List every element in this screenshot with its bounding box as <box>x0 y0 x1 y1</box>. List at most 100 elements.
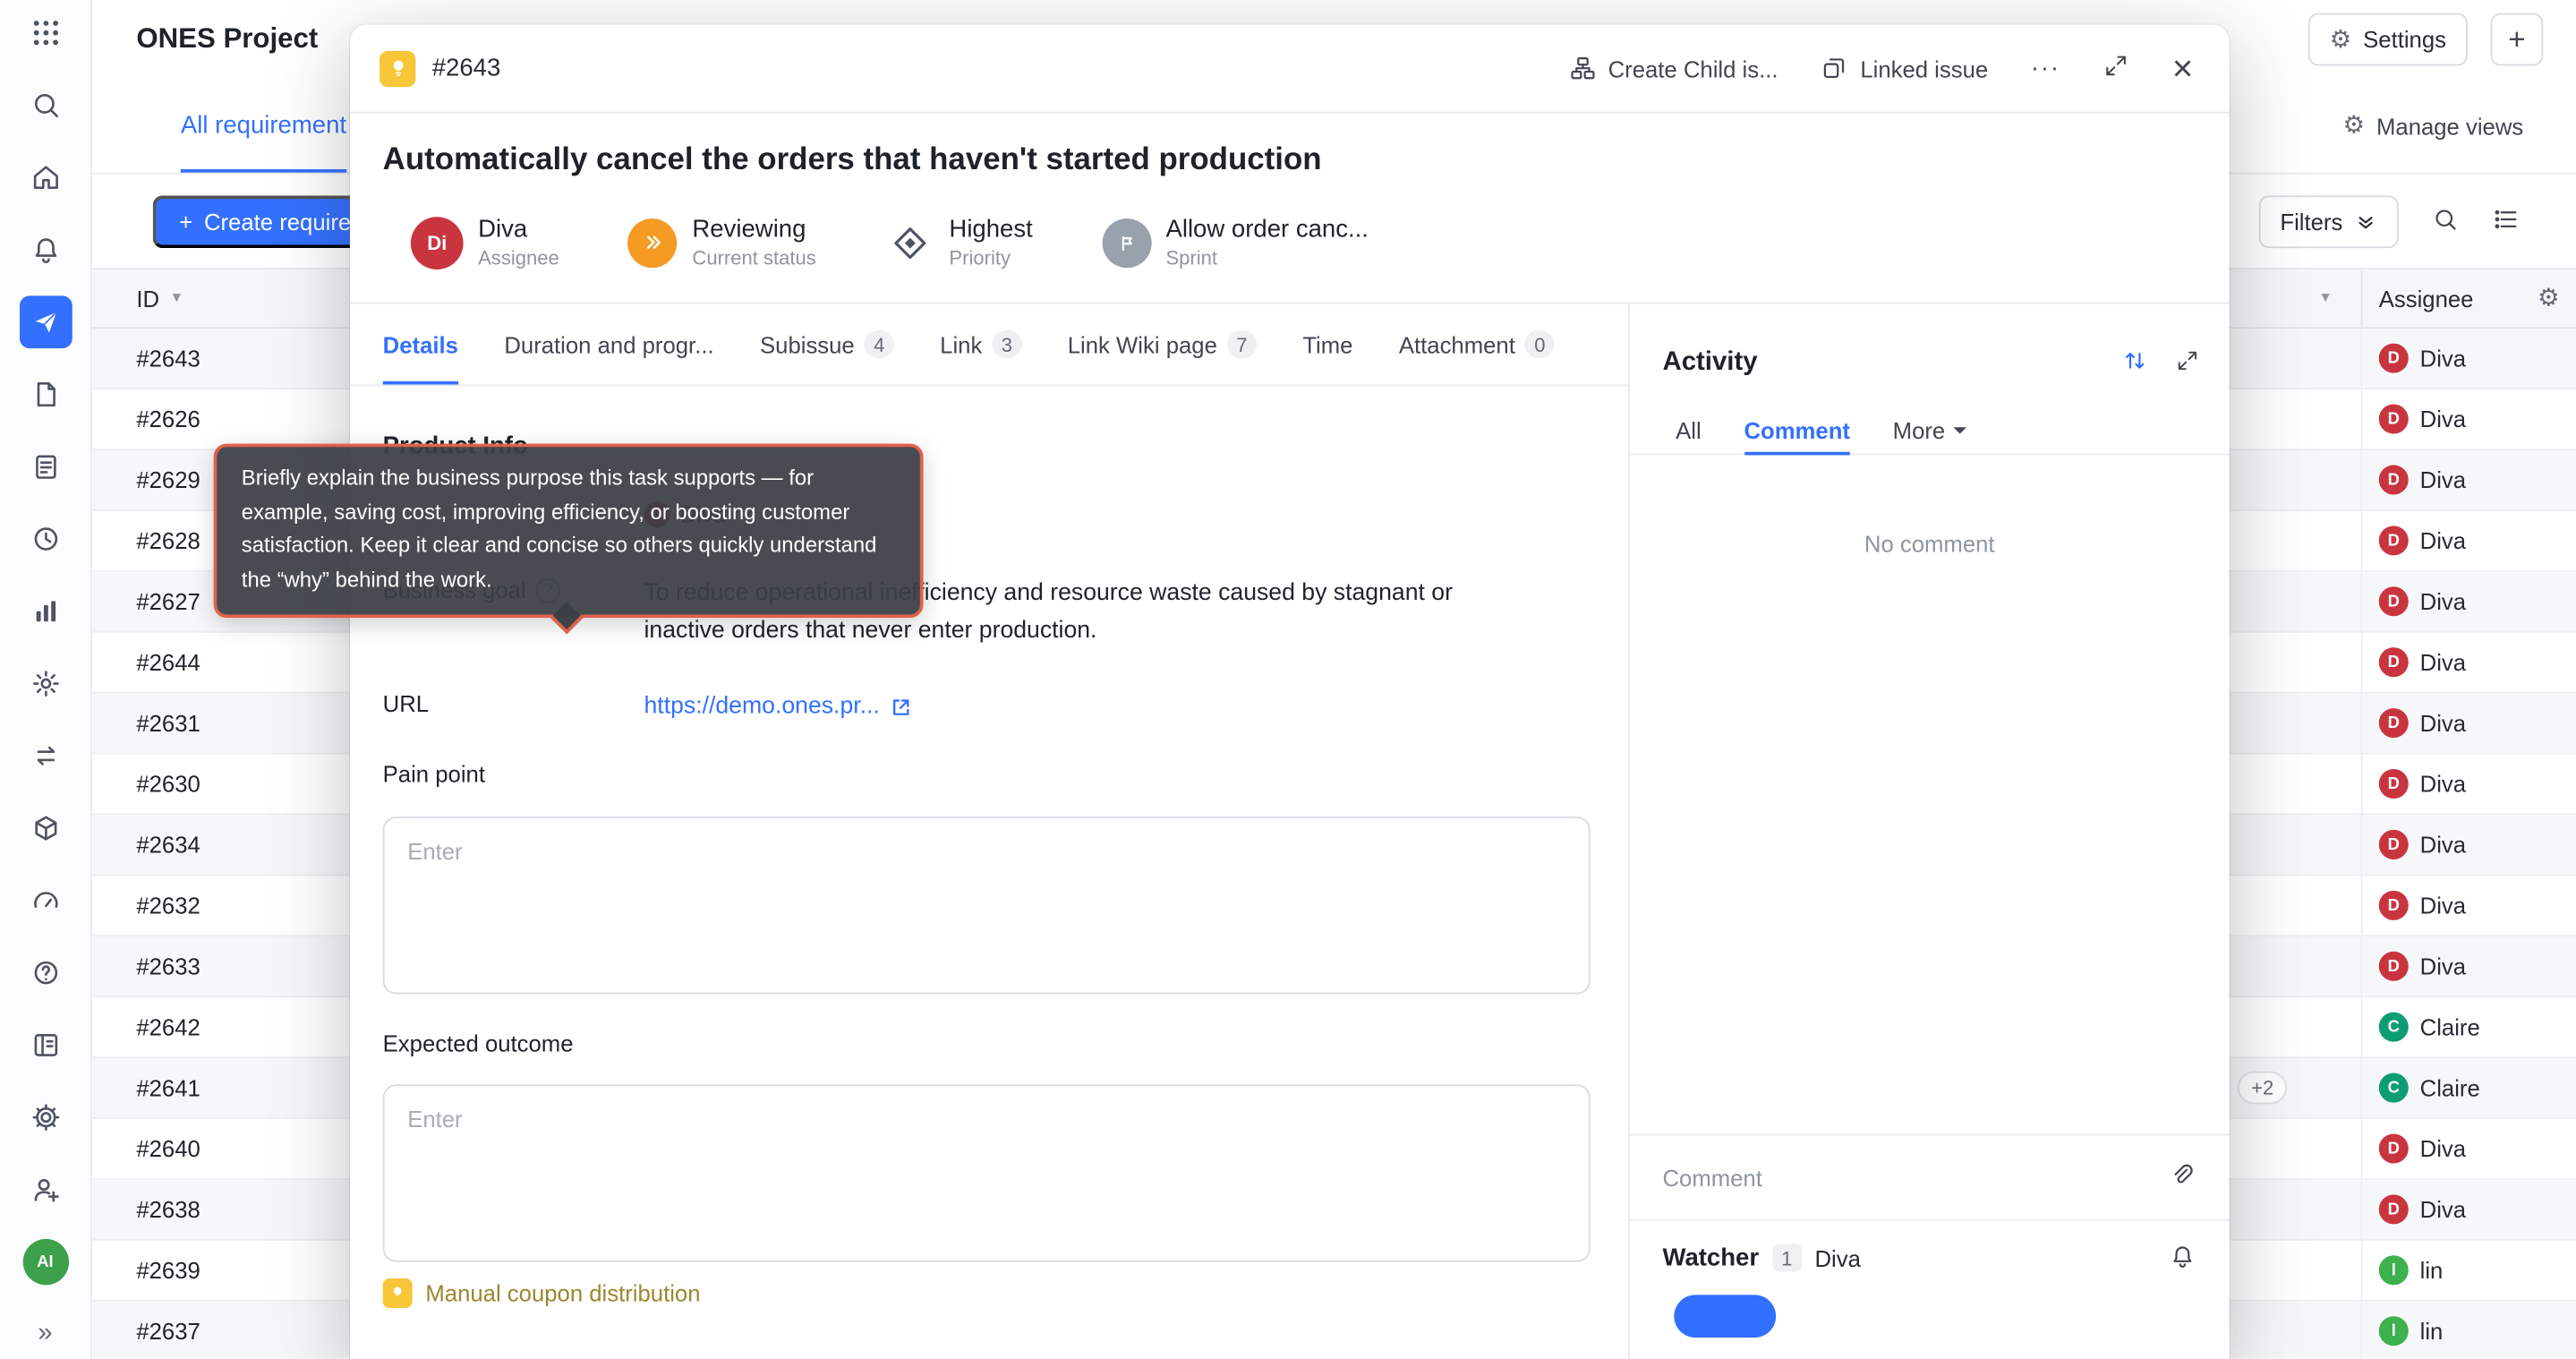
notifications-bell-icon[interactable] <box>19 224 72 277</box>
overflow-chip[interactable]: +2 <box>2238 1071 2287 1105</box>
watcher-row[interactable]: Watcher 1 Diva <box>1629 1218 2230 1295</box>
issue-id-cell[interactable]: #2643 <box>92 345 322 371</box>
activity-title: Activity <box>1662 348 1758 377</box>
issue-id-cell[interactable]: #2644 <box>92 649 322 675</box>
assignee-avatar: D <box>2378 526 2409 556</box>
settings-button[interactable]: ⚙ Settings <box>2307 13 2468 66</box>
activity-tab-comment[interactable]: Comment <box>1744 406 1850 456</box>
tab-details[interactable]: Details <box>382 304 458 385</box>
issue-id-cell[interactable]: #2634 <box>92 832 322 858</box>
pain-point-label: Pain point <box>382 760 485 788</box>
issue-id-cell[interactable]: #2640 <box>92 1135 322 1161</box>
app-title: ONES Project <box>136 22 319 55</box>
tab-attachment[interactable]: Attachment 0 <box>1399 304 1555 385</box>
issue-id-cell[interactable]: #2633 <box>92 953 322 979</box>
sync-arrows-icon[interactable] <box>19 730 72 782</box>
document-icon[interactable] <box>19 368 72 421</box>
ai-avatar[interactable]: AI <box>19 1235 72 1288</box>
comment-input-row[interactable]: Comment <box>1629 1133 2230 1218</box>
priority-attribute[interactable]: Highest Priority <box>885 215 1033 269</box>
apps-grid-icon[interactable] <box>19 6 72 59</box>
assignee-name: Diva <box>2419 831 2467 859</box>
issue-id: #2643 <box>431 54 501 82</box>
help-icon[interactable] <box>19 946 72 999</box>
create-child-issue-button[interactable]: Create Child is... <box>1569 55 1778 82</box>
display-list-icon[interactable] <box>2492 205 2520 238</box>
chart-icon[interactable] <box>19 585 72 637</box>
filters-button[interactable]: Filters <box>2258 194 2399 248</box>
activity-tab-all[interactable]: All <box>1676 406 1702 453</box>
ai-avatar-label: AI <box>21 1238 69 1286</box>
partial-primary-button[interactable] <box>1674 1295 1777 1338</box>
issue-id-cell[interactable]: #2641 <box>92 1074 322 1100</box>
issue-title[interactable]: Automatically cancel the orders that hav… <box>383 143 2190 179</box>
top-actions: ⚙ Settings + <box>2307 13 2544 66</box>
gauge-icon[interactable] <box>19 874 72 927</box>
status-attribute[interactable]: Reviewing Current status <box>627 215 816 269</box>
wiki-clipboard-icon[interactable] <box>19 440 72 493</box>
subissue-partial-row[interactable]: Manual coupon distribution <box>382 1278 701 1309</box>
add-button[interactable]: + <box>2490 13 2544 66</box>
sort-order-icon[interactable] <box>2121 346 2149 380</box>
issue-id-cell[interactable]: #2632 <box>92 893 322 919</box>
issue-id-cell[interactable]: #2630 <box>92 771 322 797</box>
issue-id-cell[interactable]: #2626 <box>92 406 322 432</box>
gear-icon: ⚙ <box>2342 109 2366 141</box>
assignee-name: Diva <box>2419 892 2467 919</box>
clock-icon[interactable] <box>19 513 72 566</box>
issue-id-cell[interactable]: #2631 <box>92 710 322 736</box>
assignee-name: Diva <box>2419 406 2467 432</box>
assignee-cell: D Diva <box>2360 815 2576 875</box>
attachment-paperclip-icon[interactable] <box>2169 1161 2196 1194</box>
app-root: AI » ONES Project Project OverviewSprint… <box>0 0 2576 1359</box>
assignee-attribute[interactable]: Di Diva Assignee <box>410 215 559 269</box>
assignee-cell: D Diva <box>2360 1179 2576 1239</box>
expected-outcome-input[interactable] <box>382 1084 1591 1262</box>
invite-member-icon[interactable] <box>19 1164 72 1217</box>
assignee-name: Claire <box>2419 1074 2480 1101</box>
watch-bell-icon[interactable] <box>2169 1242 2196 1275</box>
manage-views-button[interactable]: ⚙ Manage views <box>2342 113 2523 139</box>
project-module-icon[interactable] <box>19 295 72 349</box>
assignee-cell: D Diva <box>2360 571 2576 631</box>
tab-duration-and-progr-[interactable]: Duration and progr... <box>504 304 713 385</box>
url-link[interactable]: https://demo.ones.pr... <box>644 688 914 726</box>
tab-link-wiki-page[interactable]: Link Wiki page 7 <box>1068 304 1257 385</box>
collapse-sidebar-icon[interactable]: » <box>19 1308 72 1359</box>
assignee-column-header[interactable]: Assignee ⚙ <box>2360 269 2576 328</box>
help-tooltip: Briefly explain the business purpose thi… <box>213 443 924 635</box>
tab-link[interactable]: Link 3 <box>940 304 1022 385</box>
expand-activity-icon[interactable] <box>2175 348 2200 378</box>
expand-modal-icon[interactable] <box>2103 53 2129 84</box>
cube-icon[interactable] <box>19 802 72 855</box>
assignee-name: Diva <box>2419 649 2467 676</box>
search-icon[interactable] <box>19 79 72 132</box>
assignee-avatar: C <box>2378 1012 2409 1042</box>
subissue-title[interactable]: Manual coupon distribution <box>425 1280 700 1306</box>
automation-icon[interactable] <box>19 657 72 710</box>
tab-subissue[interactable]: Subissue 4 <box>760 304 894 385</box>
assignee-name: lin <box>2419 1257 2444 1284</box>
assignee-cell: D Diva <box>2360 449 2576 509</box>
activity-tab-more[interactable]: More <box>1893 406 1967 453</box>
column-settings-gear-icon[interactable]: ⚙ <box>2538 285 2560 311</box>
view-tab-all-requirement[interactable]: All requirement <box>180 79 346 173</box>
board-icon[interactable] <box>19 1019 72 1072</box>
issue-id-cell[interactable]: #2639 <box>92 1257 322 1283</box>
more-actions-button[interactable]: ··· <box>2031 55 2060 82</box>
issue-id-cell[interactable]: #2637 <box>92 1318 322 1344</box>
close-modal-icon[interactable]: × <box>2172 49 2194 86</box>
search-icon[interactable] <box>2431 205 2459 238</box>
issue-id-cell[interactable]: #2638 <box>92 1196 322 1222</box>
sprint-attribute[interactable]: Allow order canc... Sprint <box>1101 215 1369 269</box>
pain-point-input[interactable] <box>382 816 1591 995</box>
home-icon[interactable] <box>19 151 72 204</box>
assignee-avatar: D <box>2378 586 2409 617</box>
linked-issue-button[interactable]: Linked issue <box>1821 55 1988 82</box>
id-column-header[interactable]: ID ▾ <box>92 285 322 311</box>
settings-gear-icon[interactable] <box>19 1091 72 1144</box>
assignee-name: Diva <box>2419 1135 2467 1162</box>
linked-issue-icon <box>1824 58 1845 79</box>
tab-time[interactable]: Time <box>1302 304 1352 385</box>
issue-id-cell[interactable]: #2642 <box>92 1013 322 1039</box>
